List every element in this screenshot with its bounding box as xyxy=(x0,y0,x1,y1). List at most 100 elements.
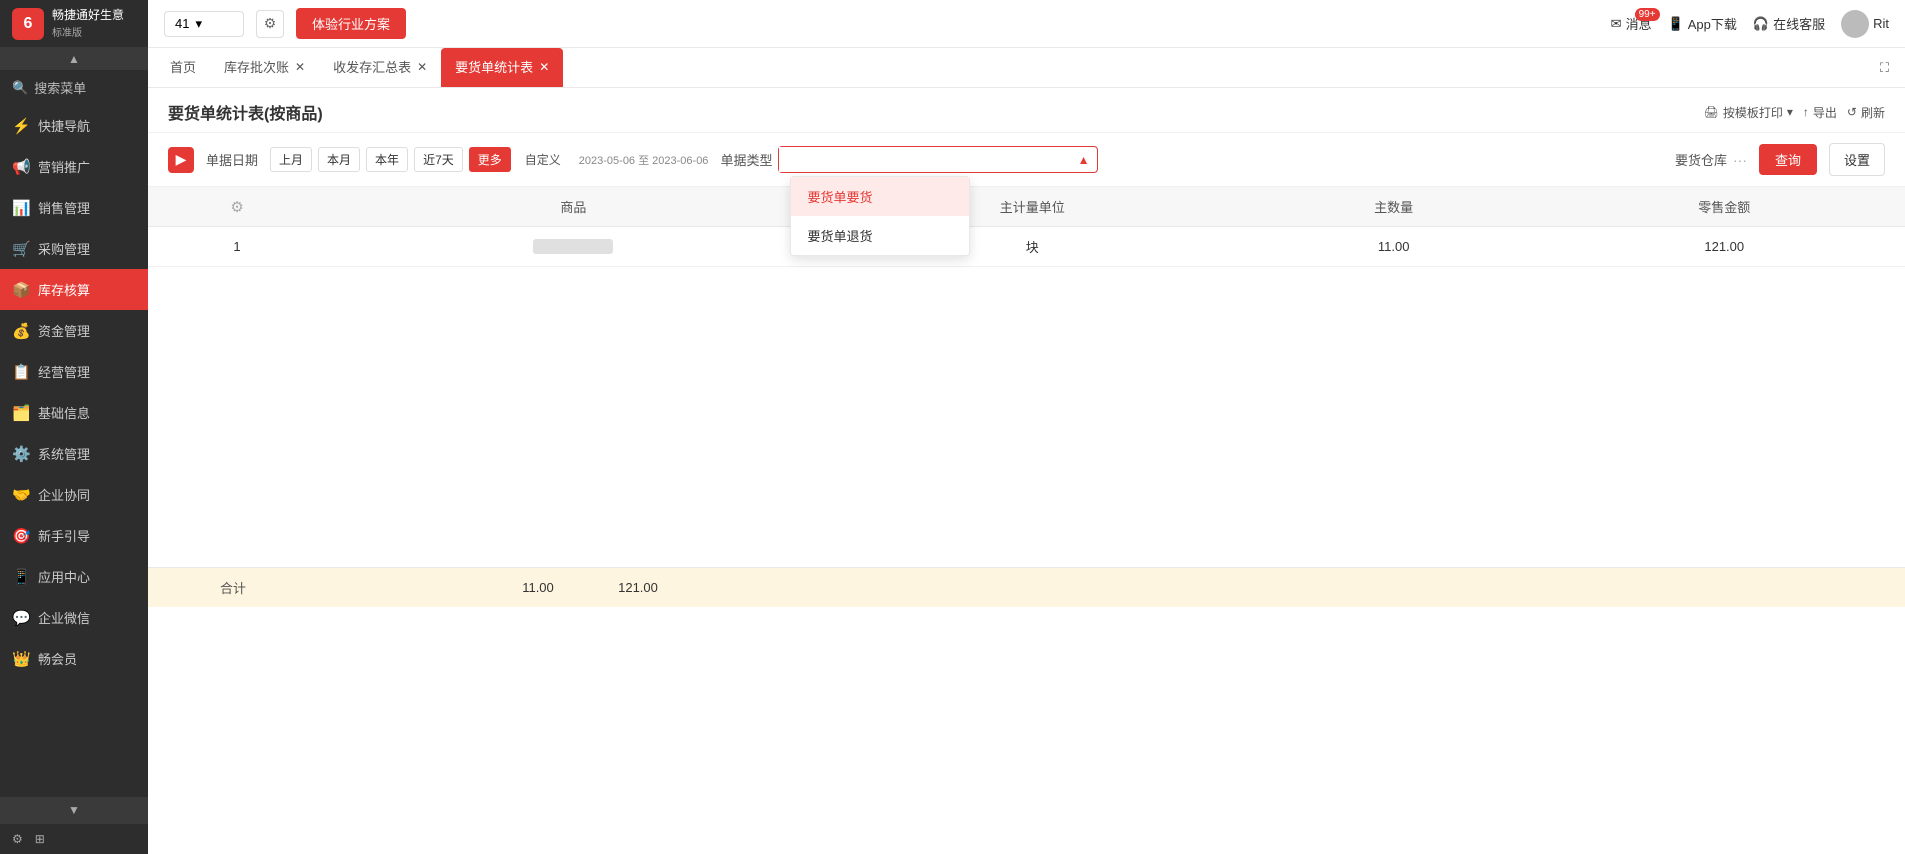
sidebar-scroll-up[interactable]: ▲ xyxy=(0,48,148,70)
sidebar: 6 畅捷通好生意 标准版 ▲ 🔍 搜索菜单 ⚡快捷导航 📢 营销推广 📊销售管理 🛒 采购… xyxy=(0,0,148,854)
date-last-month-btn[interactable]: 上月 xyxy=(270,147,312,172)
sidebar-scroll-down[interactable]: ▼ xyxy=(0,797,148,823)
sidebar-item-label: 采购管理 xyxy=(38,239,90,258)
cell-product-blurred xyxy=(533,239,613,254)
type-dropdown-toggle[interactable]: ▲ xyxy=(1070,153,1098,167)
app-subtitle: 标准版 xyxy=(52,24,124,39)
date-filter-group: 上月 本月 本年 近7天 更多 自定义 2023-05-06 至 2023-06… xyxy=(270,147,708,172)
tab-close-icon[interactable]: ✕ xyxy=(539,60,549,74)
purchase-icon: 🛒 xyxy=(12,240,30,258)
finance-icon: 💰 xyxy=(12,322,30,340)
marketing-icon: 📢 xyxy=(12,158,30,176)
tab-batch[interactable]: 库存批次账 ✕ xyxy=(210,48,319,87)
type-filter-group: 单据类型 ▲ 要货单要货 要货单退货 xyxy=(720,146,1663,173)
sidebar-search[interactable]: 🔍 搜索菜单 xyxy=(0,70,148,105)
page-title-bar: 要货单统计表(按商品) 🖨 按模板打印 ▾ ↑ 导出 ↺ 刷新 xyxy=(148,88,1905,133)
sidebar-item-inventory[interactable]: 📦库存核算 xyxy=(0,269,148,310)
header-right: ✉ 消息 99+ 📱 App下载 🎧 在线客服 Rit xyxy=(1611,10,1889,38)
tab-expand-button[interactable]: ⛶ xyxy=(1872,48,1897,87)
tab-home[interactable]: 首页 xyxy=(156,48,210,87)
page-content: 要货单统计表(按商品) 🖨 按模板打印 ▾ ↑ 导出 ↺ 刷新 xyxy=(148,88,1905,854)
type-filter-input[interactable] xyxy=(779,147,1069,172)
sidebar-item-sales[interactable]: 📊销售管理 xyxy=(0,187,148,228)
messages-button[interactable]: ✉ 消息 99+ xyxy=(1611,14,1652,33)
sidebar-item-label: 库存核算 xyxy=(38,280,90,299)
sidebar-item-operation[interactable]: 📋经营管理 xyxy=(0,351,148,392)
user-avatar-area[interactable]: Rit xyxy=(1841,10,1889,38)
filter-toggle-button[interactable]: ▶ xyxy=(168,147,194,173)
sidebar-item-label: 资金管理 xyxy=(38,321,90,340)
sidebar-item-label: 快捷导航 xyxy=(38,116,90,135)
sidebar-item-finance[interactable]: 💰 资金管理 xyxy=(0,310,148,351)
tab-bar: 首页库存批次账✕收发存汇总表✕要货单统计表✕ ⛶ xyxy=(148,48,1905,88)
refresh-button[interactable]: ↺ 刷新 xyxy=(1847,104,1885,121)
sidebar-item-guide[interactable]: 🎯新手引导 xyxy=(0,515,148,556)
sidebar-settings-icon[interactable]: ⚙ xyxy=(12,832,23,846)
dropdown-item-return[interactable]: 要货单退货 xyxy=(791,216,969,255)
print-button[interactable]: 🖨 按模板打印 ▾ xyxy=(1704,104,1793,121)
th-qty: 主数量 xyxy=(1244,187,1544,227)
sidebar-item-member[interactable]: 👑畅会员 xyxy=(0,638,148,679)
date-this-month-btn[interactable]: 本月 xyxy=(318,147,360,172)
refresh-label: 刷新 xyxy=(1861,104,1885,121)
app-logo-icon: 6 xyxy=(12,8,44,40)
footer-qty-val: 11.00 xyxy=(488,580,588,595)
tab-label: 库存批次账 xyxy=(224,57,289,76)
print-icon: 🖨 xyxy=(1704,105,1719,119)
table-gear-icon[interactable]: ⚙ xyxy=(230,199,243,216)
date-custom-btn[interactable]: 自定义 xyxy=(517,148,569,171)
query-button[interactable]: 查询 xyxy=(1759,144,1817,175)
table-footer: 合计 11.00 121.00 xyxy=(148,567,1905,607)
online-service-button[interactable]: 🎧 在线客服 xyxy=(1753,14,1825,33)
sidebar-nav: ⚡快捷导航 📢 营销推广 📊销售管理 🛒 采购管理 📦库存核算 💰 资金管理 📋经营管理🗂️基础信… xyxy=(0,105,148,797)
sidebar-item-wechat[interactable]: 💬企业微信 xyxy=(0,597,148,638)
breadcrumb-selector[interactable]: 41 ▾ xyxy=(164,11,244,37)
sidebar-item-shortcut[interactable]: ⚡快捷导航 xyxy=(0,105,148,146)
online-service-label: 在线客服 xyxy=(1773,14,1825,33)
tab-close-icon[interactable]: ✕ xyxy=(417,60,427,74)
expand-icon: ⛶ xyxy=(1880,60,1889,76)
date-7days-btn[interactable]: 近7天 xyxy=(414,147,463,172)
tab-order_stats[interactable]: 要货单统计表✕ xyxy=(441,48,563,87)
app-download-label: App下载 xyxy=(1688,14,1737,33)
date-more-btn[interactable]: 更多 xyxy=(469,147,511,172)
refresh-icon: ↺ xyxy=(1847,105,1857,119)
sidebar-item-purchase[interactable]: 🛒 采购管理 xyxy=(0,228,148,269)
setting-button[interactable]: 设置 xyxy=(1829,143,1885,176)
app-download-button[interactable]: 📱 App下载 xyxy=(1668,14,1737,33)
dropdown-item-request[interactable]: 要货单要货 xyxy=(791,177,969,216)
sidebar-item-appstore[interactable]: 📱应用中心 xyxy=(0,556,148,597)
app-title: 畅捷通好生意 xyxy=(52,8,124,24)
appstore-icon: 📱 xyxy=(12,568,30,586)
tab-collect[interactable]: 收发存汇总表 ✕ xyxy=(319,48,441,87)
tab-label: 收发存汇总表 xyxy=(333,57,411,76)
wechat-icon: 💬 xyxy=(12,609,30,627)
title-actions: 🖨 按模板打印 ▾ ↑ 导出 ↺ 刷新 xyxy=(1704,104,1885,121)
top-header: 41 ▾ ⚙ 体验行业方案 ✉ 消息 99+ 📱 App下载 🎧 在线客服 Ri… xyxy=(148,0,1905,48)
sidebar-item-label: 企业协同 xyxy=(38,485,90,504)
type-filter-input-wrap: ▲ xyxy=(778,146,1098,173)
sidebar-item-basic[interactable]: 🗂️基础信息 xyxy=(0,392,148,433)
sidebar-item-marketing[interactable]: 📢 营销推广 xyxy=(0,146,148,187)
sidebar-item-system[interactable]: ⚙️系统管理 xyxy=(0,433,148,474)
search-icon: 🔍 xyxy=(12,80,28,96)
sidebar-toggle-icon[interactable]: ⊞ xyxy=(35,832,45,846)
tab-close-icon[interactable]: ✕ xyxy=(295,60,305,74)
warehouse-more-dots[interactable]: ··· xyxy=(1733,152,1747,168)
cell-product xyxy=(326,227,821,267)
service-icon: 🎧 xyxy=(1753,16,1769,32)
header-gear-button[interactable]: ⚙ xyxy=(256,10,284,38)
operation-icon: 📋 xyxy=(12,363,30,381)
export-button[interactable]: ↑ 导出 xyxy=(1803,104,1837,121)
th-gear: ⚙ xyxy=(148,187,326,227)
sidebar-item-label: 营销推广 xyxy=(38,157,90,176)
member-icon: 👑 xyxy=(12,650,30,668)
messages-badge: 99+ xyxy=(1635,8,1660,21)
date-this-year-btn[interactable]: 本年 xyxy=(366,147,408,172)
trial-button[interactable]: 体验行业方案 xyxy=(296,8,406,39)
sidebar-item-label: 销售管理 xyxy=(38,198,90,217)
th-product: 商品 xyxy=(326,187,821,227)
cell-amount: 121.00 xyxy=(1544,227,1905,267)
sidebar-item-collab[interactable]: 🤝企业协同 xyxy=(0,474,148,515)
date-range-text: 2023-05-06 至 2023-06-06 xyxy=(579,152,709,168)
